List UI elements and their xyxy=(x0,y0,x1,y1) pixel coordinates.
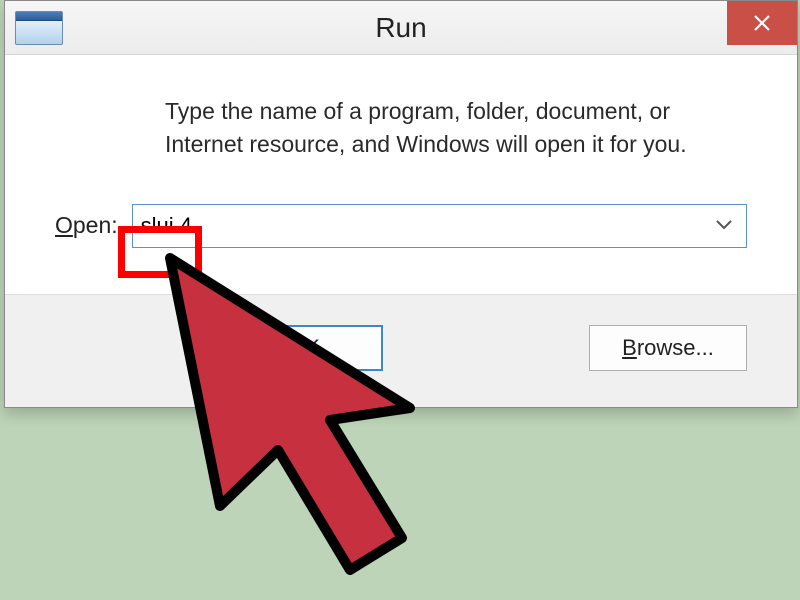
browse-button[interactable]: Browse... xyxy=(589,325,747,371)
close-button[interactable] xyxy=(727,1,797,45)
run-dialog: Run Type the name of a program, folder, … xyxy=(4,0,798,408)
ok-button[interactable]: OK xyxy=(225,325,383,371)
open-combobox[interactable]: slui 4 xyxy=(132,204,747,248)
dialog-body: Type the name of a program, folder, docu… xyxy=(5,55,797,268)
instruction-text: Type the name of a program, folder, docu… xyxy=(165,95,725,162)
open-row: Open: slui 4 xyxy=(55,204,747,248)
run-icon xyxy=(15,11,63,45)
titlebar: Run xyxy=(5,1,797,55)
open-label: Open: xyxy=(55,212,118,239)
chevron-down-icon[interactable] xyxy=(710,217,738,235)
close-icon xyxy=(753,14,771,32)
open-input-value: slui 4 xyxy=(141,213,710,239)
dialog-title: Run xyxy=(375,12,426,44)
button-row: OK Cancel Browse... xyxy=(5,294,797,407)
